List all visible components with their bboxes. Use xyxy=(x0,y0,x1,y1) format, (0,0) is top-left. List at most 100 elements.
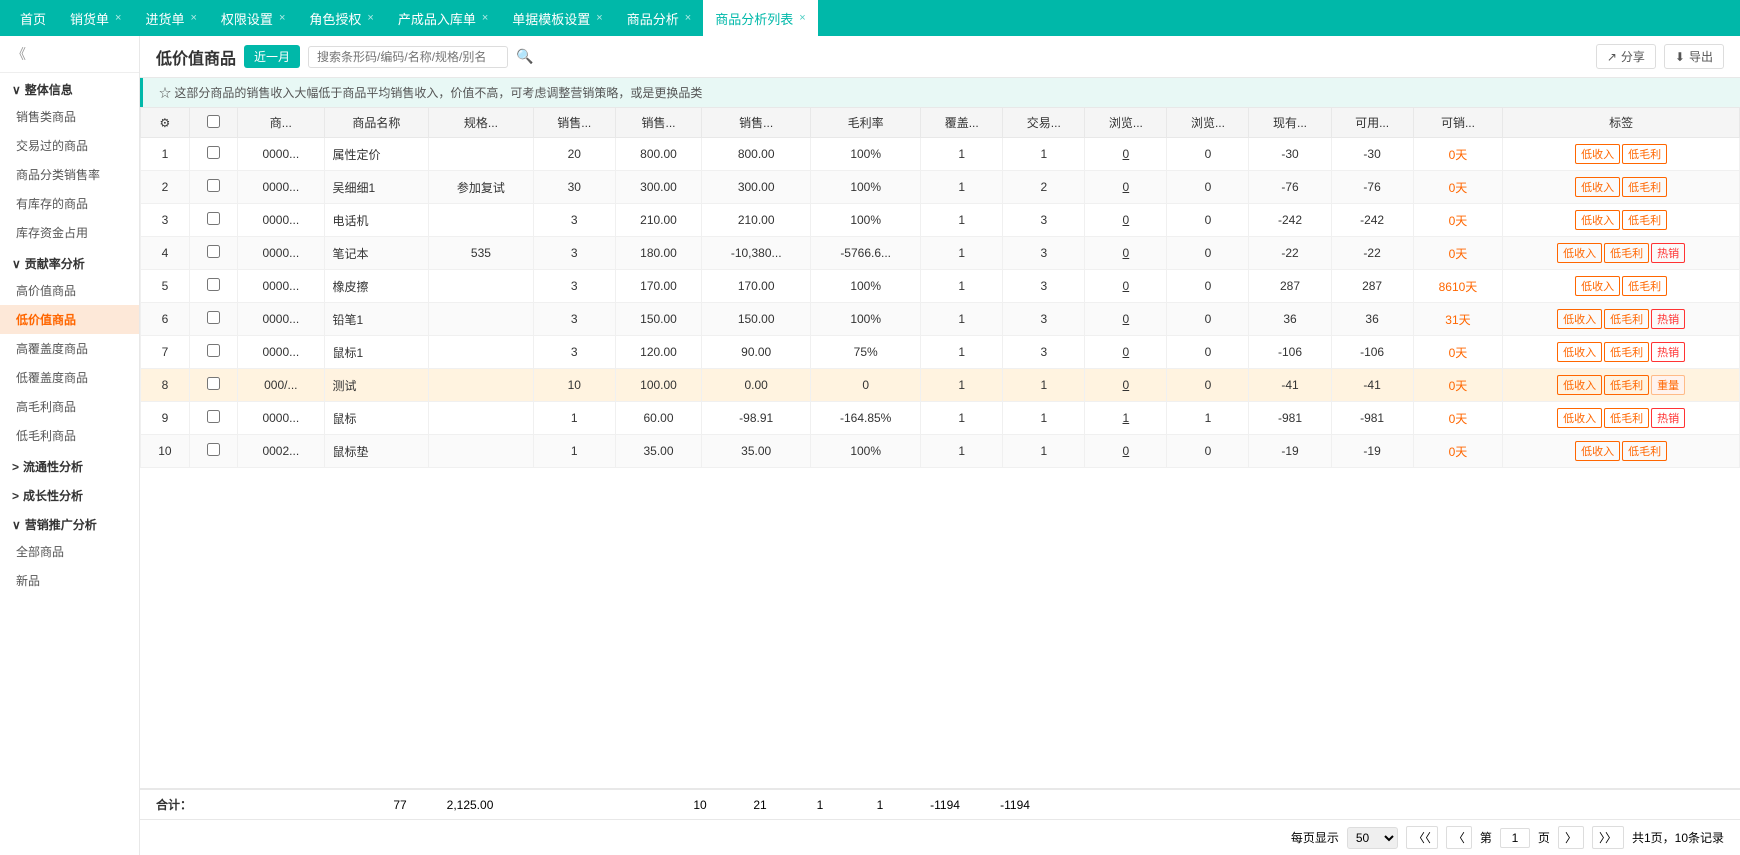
cell-browse1[interactable]: 0 xyxy=(1085,171,1167,204)
row-checkbox[interactable] xyxy=(207,146,220,159)
col-saleable[interactable]: 可销... xyxy=(1413,108,1503,138)
sidebar-item-new-products[interactable]: 新品 xyxy=(0,566,139,595)
cell-browse1[interactable]: 0 xyxy=(1085,138,1167,171)
page-number-input[interactable] xyxy=(1500,828,1530,848)
cell-checkbox[interactable] xyxy=(189,402,237,435)
col-tags[interactable]: 标签 xyxy=(1503,108,1740,138)
cell-browse1[interactable]: 0 xyxy=(1085,369,1167,402)
sidebar-group-growth[interactable]: > 成长性分析 xyxy=(0,479,139,508)
sidebar-item-high-margin[interactable]: 高毛利商品 xyxy=(0,392,139,421)
nav-purchase-order[interactable]: 进货单 × xyxy=(133,0,208,36)
close-icon[interactable]: × xyxy=(279,12,285,24)
search-input[interactable] xyxy=(308,46,508,68)
browse-link[interactable]: 0 xyxy=(1123,345,1130,359)
browse-link[interactable]: 0 xyxy=(1123,213,1130,227)
col-settings[interactable]: ⚙ xyxy=(141,108,190,138)
next-page-button[interactable]: 〉 xyxy=(1558,826,1584,849)
sidebar-item-high-value[interactable]: 高价值商品 xyxy=(0,276,139,305)
row-checkbox[interactable] xyxy=(207,212,220,225)
nav-permission-settings[interactable]: 权限设置 × xyxy=(209,0,297,36)
cell-browse1[interactable]: 1 xyxy=(1085,402,1167,435)
select-all-checkbox[interactable] xyxy=(207,115,220,128)
table-container[interactable]: ⚙ 商... 商品名称 规格... 销售... 销售... 销售... 毛利率 … xyxy=(140,107,1740,788)
nav-role-auth[interactable]: 角色授权 × xyxy=(297,0,385,36)
browse-link[interactable]: 1 xyxy=(1123,411,1130,425)
col-sales-amt[interactable]: 销售... xyxy=(615,108,701,138)
cell-checkbox[interactable] xyxy=(189,303,237,336)
cell-checkbox[interactable] xyxy=(189,138,237,171)
first-page-button[interactable]: 〈〈 xyxy=(1406,826,1438,849)
col-current[interactable]: 现有... xyxy=(1249,108,1331,138)
sidebar-item-low-margin[interactable]: 低毛利商品 xyxy=(0,421,139,450)
sidebar-item-high-coverage[interactable]: 高覆盖度商品 xyxy=(0,334,139,363)
cell-browse1[interactable]: 0 xyxy=(1085,303,1167,336)
close-icon[interactable]: × xyxy=(799,12,805,24)
sidebar-group-marketing[interactable]: ∨ 营销推广分析 xyxy=(0,508,139,537)
close-icon[interactable]: × xyxy=(190,12,196,24)
sidebar-item-category-sales-rate[interactable]: 商品分类销售率 xyxy=(0,160,139,189)
browse-link[interactable]: 0 xyxy=(1123,147,1130,161)
share-button[interactable]: ↗ 分享 xyxy=(1596,44,1656,69)
col-browse2[interactable]: 浏览... xyxy=(1167,108,1249,138)
col-available[interactable]: 可用... xyxy=(1331,108,1413,138)
sidebar-item-traded-products[interactable]: 交易过的商品 xyxy=(0,131,139,160)
nav-home[interactable]: 首页 xyxy=(8,0,58,36)
row-checkbox[interactable] xyxy=(207,245,220,258)
close-icon[interactable]: × xyxy=(482,12,488,24)
sidebar-collapse-btn[interactable]: 《 xyxy=(8,44,30,64)
cell-browse1[interactable]: 0 xyxy=(1085,204,1167,237)
export-button[interactable]: ⬇ 导出 xyxy=(1664,44,1724,69)
cell-browse1[interactable]: 0 xyxy=(1085,435,1167,468)
col-spec[interactable]: 规格... xyxy=(429,108,534,138)
col-checkbox[interactable] xyxy=(189,108,237,138)
sidebar-item-low-value[interactable]: 低价值商品 xyxy=(0,305,139,334)
col-name[interactable]: 商品名称 xyxy=(324,108,429,138)
sidebar-item-low-coverage[interactable]: 低覆盖度商品 xyxy=(0,363,139,392)
sidebar-item-stocked-products[interactable]: 有库存的商品 xyxy=(0,189,139,218)
cell-checkbox[interactable] xyxy=(189,204,237,237)
cell-checkbox[interactable] xyxy=(189,336,237,369)
row-checkbox[interactable] xyxy=(207,443,220,456)
row-checkbox[interactable] xyxy=(207,311,220,324)
browse-link[interactable]: 0 xyxy=(1123,246,1130,260)
cell-checkbox[interactable] xyxy=(189,369,237,402)
sidebar-item-sales-products[interactable]: 销售类商品 xyxy=(0,102,139,131)
sidebar-item-all-products[interactable]: 全部商品 xyxy=(0,537,139,566)
browse-link[interactable]: 0 xyxy=(1123,378,1130,392)
browse-link[interactable]: 0 xyxy=(1123,312,1130,326)
nav-product-analysis-list[interactable]: 商品分析列表 × xyxy=(703,0,817,36)
nav-sales-order[interactable]: 销货单 × xyxy=(58,0,133,36)
close-icon[interactable]: × xyxy=(685,12,691,24)
nav-product-stock[interactable]: 产成品入库单 × xyxy=(386,0,500,36)
row-checkbox[interactable] xyxy=(207,179,220,192)
cell-checkbox[interactable] xyxy=(189,270,237,303)
close-icon[interactable]: × xyxy=(115,12,121,24)
cell-checkbox[interactable] xyxy=(189,171,237,204)
browse-link[interactable]: 0 xyxy=(1123,279,1130,293)
cell-checkbox[interactable] xyxy=(189,237,237,270)
page-size-select[interactable]: 50 100 200 xyxy=(1347,827,1398,849)
col-gross-rate[interactable]: 毛利率 xyxy=(811,108,921,138)
browse-link[interactable]: 0 xyxy=(1123,180,1130,194)
col-code[interactable]: 商... xyxy=(238,108,324,138)
search-button[interactable]: 🔍 xyxy=(516,48,533,65)
cell-checkbox[interactable] xyxy=(189,435,237,468)
row-checkbox[interactable] xyxy=(207,410,220,423)
sidebar-group-circulation[interactable]: > 流通性分析 xyxy=(0,450,139,479)
sidebar-item-stock-capital[interactable]: 库存资金占用 xyxy=(0,218,139,247)
row-checkbox[interactable] xyxy=(207,377,220,390)
nav-template-settings[interactable]: 单据模板设置 × xyxy=(500,0,614,36)
col-sales-qty[interactable]: 销售... xyxy=(533,108,615,138)
cell-browse1[interactable]: 0 xyxy=(1085,336,1167,369)
col-coverage[interactable]: 覆盖... xyxy=(921,108,1003,138)
row-checkbox[interactable] xyxy=(207,278,220,291)
last-page-button[interactable]: 〉〉 xyxy=(1592,826,1624,849)
sidebar-group-overall[interactable]: ∨ 整体信息 xyxy=(0,73,139,102)
row-checkbox[interactable] xyxy=(207,344,220,357)
browse-link[interactable]: 0 xyxy=(1123,444,1130,458)
close-icon[interactable]: × xyxy=(596,12,602,24)
close-icon[interactable]: × xyxy=(367,12,373,24)
cell-browse1[interactable]: 0 xyxy=(1085,237,1167,270)
col-sales-profit[interactable]: 销售... xyxy=(702,108,811,138)
prev-page-button[interactable]: 〈 xyxy=(1446,826,1472,849)
